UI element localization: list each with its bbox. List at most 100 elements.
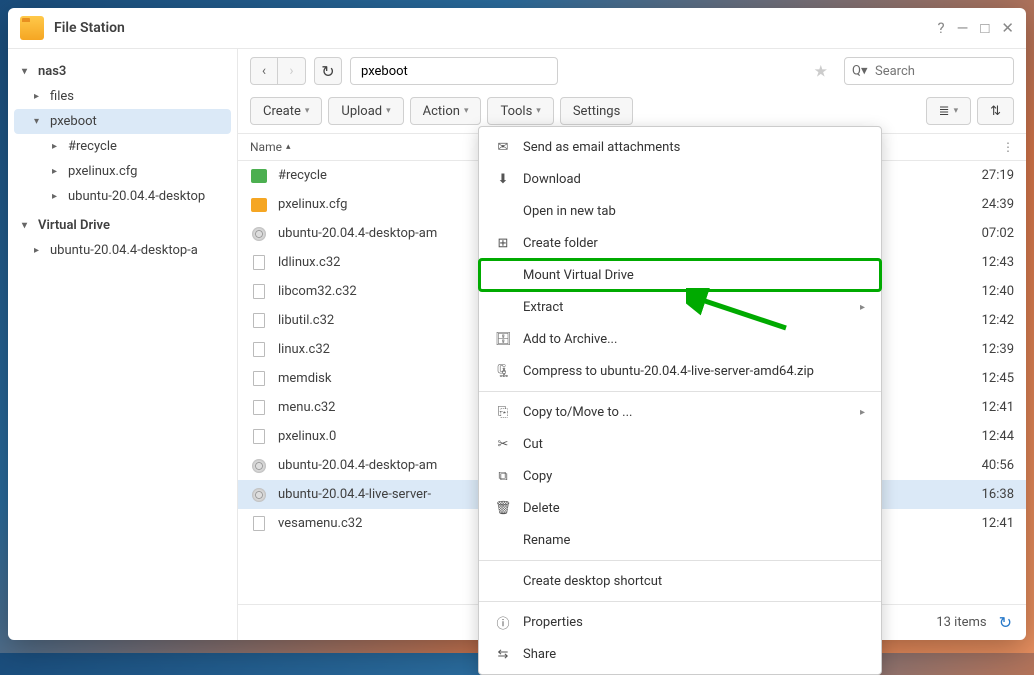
menu-item-label: Compress to ubuntu-20.04.4-live-server-a… [523,364,814,379]
context-menu: ✉Send as email attachments⬇DownloadOpen … [478,126,882,675]
titlebar: File Station ? — □ ✕ [8,8,1026,49]
disc-icon [250,225,268,243]
name-column-header[interactable]: Name▴ [250,140,291,154]
file-time: 12:41 [958,516,1014,531]
file-icon [250,399,268,417]
menu-item-label: Rename [523,533,570,548]
menu-item-label: Copy [523,469,552,484]
tree-item-ubuntu-desktop[interactable]: ▸ubuntu-20.04.4-desktop [14,184,231,209]
file-time: 12:40 [958,284,1014,299]
menu-item-cut[interactable]: ✂Cut [479,428,881,460]
help-icon[interactable]: ? [938,19,945,37]
menu-item-label: Delete [523,501,560,516]
menu-item-create-folder[interactable]: ⊞Create folder [479,227,881,259]
menu-item-label: Create desktop shortcut [523,574,662,589]
copy-icon: ⧉ [495,468,511,484]
file-time: 40:56 [958,458,1014,473]
file-time: 16:38 [958,487,1014,502]
file-icon [250,254,268,272]
file-time: 12:44 [958,429,1014,444]
menu-item-open-in-new-tab[interactable]: Open in new tab [479,195,881,227]
app-icon [20,16,44,40]
minimize-icon[interactable]: — [957,19,969,37]
file-time: 12:45 [958,371,1014,386]
blank-icon [495,299,511,315]
file-icon [250,283,268,301]
menu-item-extract[interactable]: Extract ▸ [479,291,881,323]
menu-item-download[interactable]: ⬇Download [479,163,881,195]
menu-item-add-to-archive[interactable]: 🗄 Add to Archive... [479,323,881,355]
file-time: 07:02 [958,226,1014,241]
menu-item-create-desktop-shortcut[interactable]: Create desktop shortcut [479,565,881,597]
maximize-icon[interactable]: □ [980,19,989,37]
download-icon: ⬇ [495,171,511,187]
tree-item-pxeboot[interactable]: ▾pxeboot [14,109,231,134]
forward-button[interactable]: › [278,57,306,85]
blank-icon [495,573,511,589]
file-time: 12:43 [958,255,1014,270]
file-icon [250,515,268,533]
menu-item-label: Add to Archive... [523,332,617,347]
menu-item-copy[interactable]: ⧉ Copy [479,460,881,492]
refresh-button[interactable]: ↻ [314,57,342,85]
file-icon [250,312,268,330]
tools-button[interactable]: Tools▾ [487,97,553,125]
file-time: 12:39 [958,342,1014,357]
blank-icon [495,532,511,548]
share-icon: ⇆ [495,646,511,662]
menu-item-compress-to-ubuntu-20-04-4-live-server-amd64-zip[interactable]: 🗜Compress to ubuntu-20.04.4-live-server-… [479,355,881,387]
file-time: 12:41 [958,400,1014,415]
menu-item-copy-to-move-to[interactable]: ⎘Copy to/Move to ...▸ [479,396,881,428]
tree-root[interactable]: ▾nas3 [14,59,231,84]
tree-item-pxelinuxcfg[interactable]: ▸pxelinux.cfg [14,159,231,184]
create-button[interactable]: Create▾ [250,97,322,125]
app-title: File Station [54,20,928,36]
tree-item-recycle[interactable]: ▸#recycle [14,134,231,159]
file-icon [250,428,268,446]
tree-virtual-drive[interactable]: ▾Virtual Drive [14,213,231,238]
close-icon[interactable]: ✕ [1001,19,1014,37]
menu-item-label: Share [523,647,556,662]
newfolder-icon: ⊞ [495,235,511,251]
path-input[interactable] [350,57,558,85]
submenu-arrow-icon: ▸ [860,407,865,418]
mail-icon: ✉ [495,139,511,155]
folder-icon [250,196,268,214]
menu-item-rename[interactable]: Rename [479,524,881,556]
info-icon: ⓘ [495,614,511,630]
tree-item-files[interactable]: ▸files [14,84,231,109]
submenu-arrow-icon: ▸ [860,302,865,313]
upload-button[interactable]: Upload▾ [328,97,403,125]
menu-item-label: Mount Virtual Drive [523,268,634,283]
archive-icon: 🗄 [495,331,511,347]
action-button[interactable]: Action▾ [410,97,482,125]
item-count: 13 items [936,615,986,630]
file-time: 12:42 [958,313,1014,328]
settings-button[interactable]: Settings [560,97,633,125]
search-input[interactable] [844,57,1014,85]
menu-item-mount-virtual-drive[interactable]: Mount Virtual Drive [479,259,881,291]
cut-icon: ✂ [495,436,511,452]
disc-icon [250,486,268,504]
view-list-button[interactable]: ≣ ▾ [926,97,971,125]
menu-item-delete[interactable]: 🗑 Delete [479,492,881,524]
back-button[interactable]: ‹ [250,57,278,85]
menu-item-share[interactable]: ⇆ Share [479,638,881,670]
sort-button[interactable]: ⇅ [977,97,1014,125]
copyto-icon: ⎘ [495,404,511,420]
delete-icon: 🗑 [495,500,511,516]
footer-refresh-icon[interactable]: ↻ [999,613,1012,632]
favorite-icon[interactable]: ★ [814,62,828,81]
menu-item-label: Properties [523,615,583,630]
disc-icon [250,457,268,475]
column-more-icon[interactable]: ⋮ [1002,140,1014,154]
file-time: 24:39 [958,197,1014,212]
nav-toolbar: ‹ › ↻ ★ Q▾ [238,49,1026,93]
menu-item-properties[interactable]: ⓘ Properties [479,606,881,638]
tree-item-virtual-ubuntu[interactable]: ▸ubuntu-20.04.4-desktop-a [14,238,231,263]
menu-item-label: Extract [523,300,563,315]
file-time: 27:19 [958,168,1014,183]
menu-item-send-as-email-attachments[interactable]: ✉Send as email attachments [479,131,881,163]
search-icon: Q▾ [852,64,867,79]
blank-icon [495,203,511,219]
